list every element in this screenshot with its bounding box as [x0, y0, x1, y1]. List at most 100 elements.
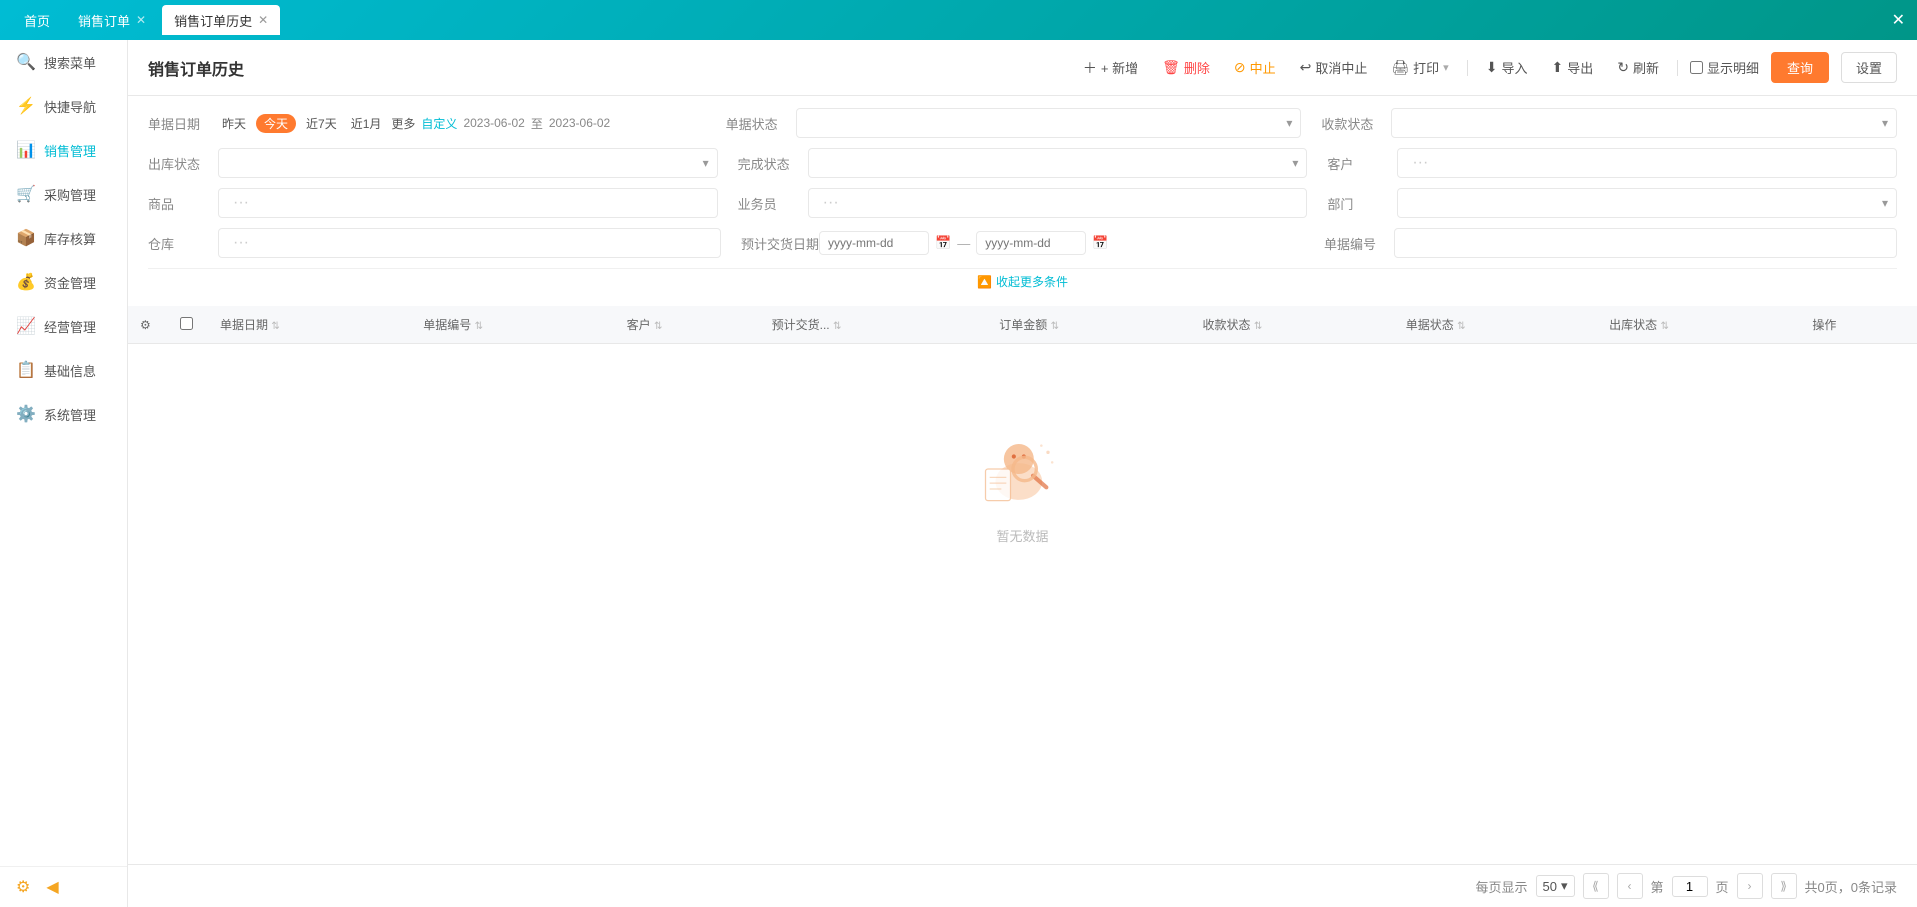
- department-label: 部门: [1327, 194, 1397, 213]
- date-label: 单据日期: [148, 114, 218, 133]
- sidebar-item-basic-info[interactable]: 📋 基础信息: [0, 348, 127, 392]
- toolbar-divider-1: [1467, 60, 1468, 76]
- collapse-link[interactable]: 🔼 收起更多条件: [148, 268, 1897, 294]
- date-custom[interactable]: 自定义: [421, 115, 457, 132]
- date-last-month[interactable]: 近1月: [347, 114, 386, 133]
- warehouse-field[interactable]: ···: [218, 228, 721, 258]
- th-payment-status-sort[interactable]: ⇅: [1254, 321, 1262, 332]
- ops-mgmt-icon: 📈: [16, 316, 36, 336]
- prev-page-button[interactable]: ‹: [1617, 873, 1643, 899]
- sidebar-item-purchase-mgmt[interactable]: 🛒 采购管理: [0, 172, 127, 216]
- payment-status-label: 收款状态: [1321, 114, 1391, 133]
- payment-status-select[interactable]: ▾: [1391, 108, 1897, 138]
- stock-out-select[interactable]: ▾: [218, 148, 718, 178]
- print-button[interactable]: 🖨 打印 ▾: [1385, 54, 1454, 81]
- order-number-field[interactable]: [1394, 228, 1897, 258]
- th-settings[interactable]: ⚙: [128, 306, 168, 344]
- top-bar-right: ✕: [1884, 10, 1905, 30]
- sys-mgmt-icon: ⚙️: [16, 404, 36, 424]
- th-customer-sort[interactable]: ⇅: [654, 321, 662, 332]
- delivery-dash: —: [957, 236, 970, 251]
- delivery-calendar-icon-1[interactable]: 📅: [935, 235, 951, 251]
- tab-sales-order-close[interactable]: ✕: [136, 14, 146, 26]
- page-label: 第: [1651, 877, 1664, 896]
- toolbar-divider-2: [1677, 60, 1678, 76]
- collapse-text: 收起更多条件: [996, 273, 1068, 290]
- th-expected-delivery-label: 预计交货...: [772, 318, 830, 332]
- delivery-date-from[interactable]: [819, 231, 929, 255]
- salesperson-ellipsis[interactable]: ···: [823, 194, 839, 212]
- th-order-status-label: 单据状态: [1406, 318, 1454, 332]
- th-stock-out-status-sort[interactable]: ⇅: [1660, 321, 1668, 332]
- sidebar-item-fund-mgmt[interactable]: 💰 资金管理: [0, 260, 127, 304]
- quick-nav-icon: ⚡: [16, 96, 36, 116]
- customer-ellipsis[interactable]: ···: [1412, 154, 1428, 172]
- delivery-calendar-icon-2[interactable]: 📅: [1092, 235, 1108, 251]
- date-today-badge[interactable]: 今天: [256, 114, 296, 133]
- product-ellipsis[interactable]: ···: [233, 194, 249, 212]
- check-all[interactable]: [180, 317, 193, 330]
- th-date-label: 单据日期: [220, 318, 268, 332]
- sidebar-item-sales-mgmt[interactable]: 📊 销售管理: [0, 128, 127, 172]
- warehouse-ellipsis[interactable]: ···: [233, 234, 249, 252]
- tab-home[interactable]: 首页: [12, 5, 62, 35]
- settings-button[interactable]: 设置: [1841, 52, 1897, 83]
- new-button[interactable]: ＋ + 新增: [1077, 54, 1144, 82]
- sidebar-item-fund-mgmt-label: 资金管理: [44, 273, 96, 292]
- sidebar-item-search-menu[interactable]: 🔍 搜索菜单: [0, 40, 127, 84]
- cancel-stop-button[interactable]: ↩ 取消中止: [1294, 54, 1374, 81]
- date-from-text: 2023-06-02: [463, 116, 524, 130]
- close-icon[interactable]: ✕: [1892, 10, 1905, 30]
- export-button[interactable]: ⬆ 导出: [1545, 54, 1599, 81]
- tab-sales-order-history[interactable]: 销售订单历史 ✕: [162, 5, 280, 35]
- stop-button[interactable]: ⊘ 中止: [1228, 54, 1282, 81]
- order-status-chevron: ▾: [1286, 116, 1292, 130]
- sidebar-bottom: ⚙ ◀: [0, 866, 127, 907]
- display-details-input[interactable]: [1690, 61, 1703, 74]
- refresh-button[interactable]: ↻ 刷新: [1611, 54, 1665, 81]
- complete-status-select[interactable]: ▾: [808, 148, 1308, 178]
- next-page-button[interactable]: ›: [1737, 873, 1763, 899]
- department-select[interactable]: ▾: [1397, 188, 1897, 218]
- sidebar-item-quick-nav[interactable]: ⚡ 快捷导航: [0, 84, 127, 128]
- stop-label: 中止: [1250, 58, 1276, 77]
- sidebar-collapse-icon[interactable]: ◀: [46, 877, 58, 897]
- per-page-value: 50: [1543, 879, 1557, 894]
- sidebar-item-ops-mgmt-label: 经营管理: [44, 317, 96, 336]
- sidebar-settings-icon[interactable]: ⚙: [16, 877, 30, 897]
- sidebar-item-search-menu-label: 搜索菜单: [44, 53, 96, 72]
- th-payment-status: 收款状态 ⇅: [1191, 306, 1394, 344]
- import-button[interactable]: ⬇ 导入: [1480, 54, 1534, 81]
- salesperson-field[interactable]: ···: [808, 188, 1308, 218]
- th-order-amount: 订单金额 ⇅: [987, 306, 1190, 344]
- sidebar-item-inventory-calc[interactable]: 📦 库存核算: [0, 216, 127, 260]
- order-status-select[interactable]: ▾: [796, 108, 1302, 138]
- sidebar-item-ops-mgmt[interactable]: 📈 经营管理: [0, 304, 127, 348]
- delivery-date-to[interactable]: [976, 231, 1086, 255]
- tab-sales-order[interactable]: 销售订单 ✕: [66, 5, 158, 35]
- th-order-status-sort[interactable]: ⇅: [1457, 321, 1465, 332]
- th-date-sort[interactable]: ⇅: [271, 321, 279, 332]
- first-page-button[interactable]: ⟪: [1583, 873, 1609, 899]
- display-details-checkbox[interactable]: 显示明细: [1690, 58, 1759, 77]
- product-field[interactable]: ···: [218, 188, 718, 218]
- date-last7[interactable]: 近7天: [302, 114, 341, 133]
- tab-sales-order-history-close[interactable]: ✕: [258, 14, 268, 26]
- delete-button[interactable]: 🗑 删除: [1156, 54, 1216, 81]
- tab-sales-order-label: 销售订单: [78, 11, 130, 30]
- date-yesterday[interactable]: 昨天: [218, 114, 250, 133]
- date-more[interactable]: 更多: [391, 115, 415, 132]
- th-check[interactable]: [168, 306, 208, 344]
- order-status-label: 单据状态: [726, 114, 796, 133]
- table-settings-icon[interactable]: ⚙: [140, 318, 151, 332]
- page-input[interactable]: [1672, 876, 1708, 897]
- sidebar-item-sys-mgmt[interactable]: ⚙️ 系统管理: [0, 392, 127, 436]
- last-page-button[interactable]: ⟫: [1771, 873, 1797, 899]
- th-number-sort[interactable]: ⇅: [475, 321, 483, 332]
- new-label: + 新增: [1101, 58, 1138, 77]
- th-order-amount-sort[interactable]: ⇅: [1051, 321, 1059, 332]
- th-expected-delivery-sort[interactable]: ⇅: [833, 321, 841, 332]
- query-button[interactable]: 查询: [1771, 52, 1829, 83]
- per-page-select[interactable]: 50 ▾: [1536, 875, 1575, 897]
- customer-field[interactable]: ···: [1397, 148, 1897, 178]
